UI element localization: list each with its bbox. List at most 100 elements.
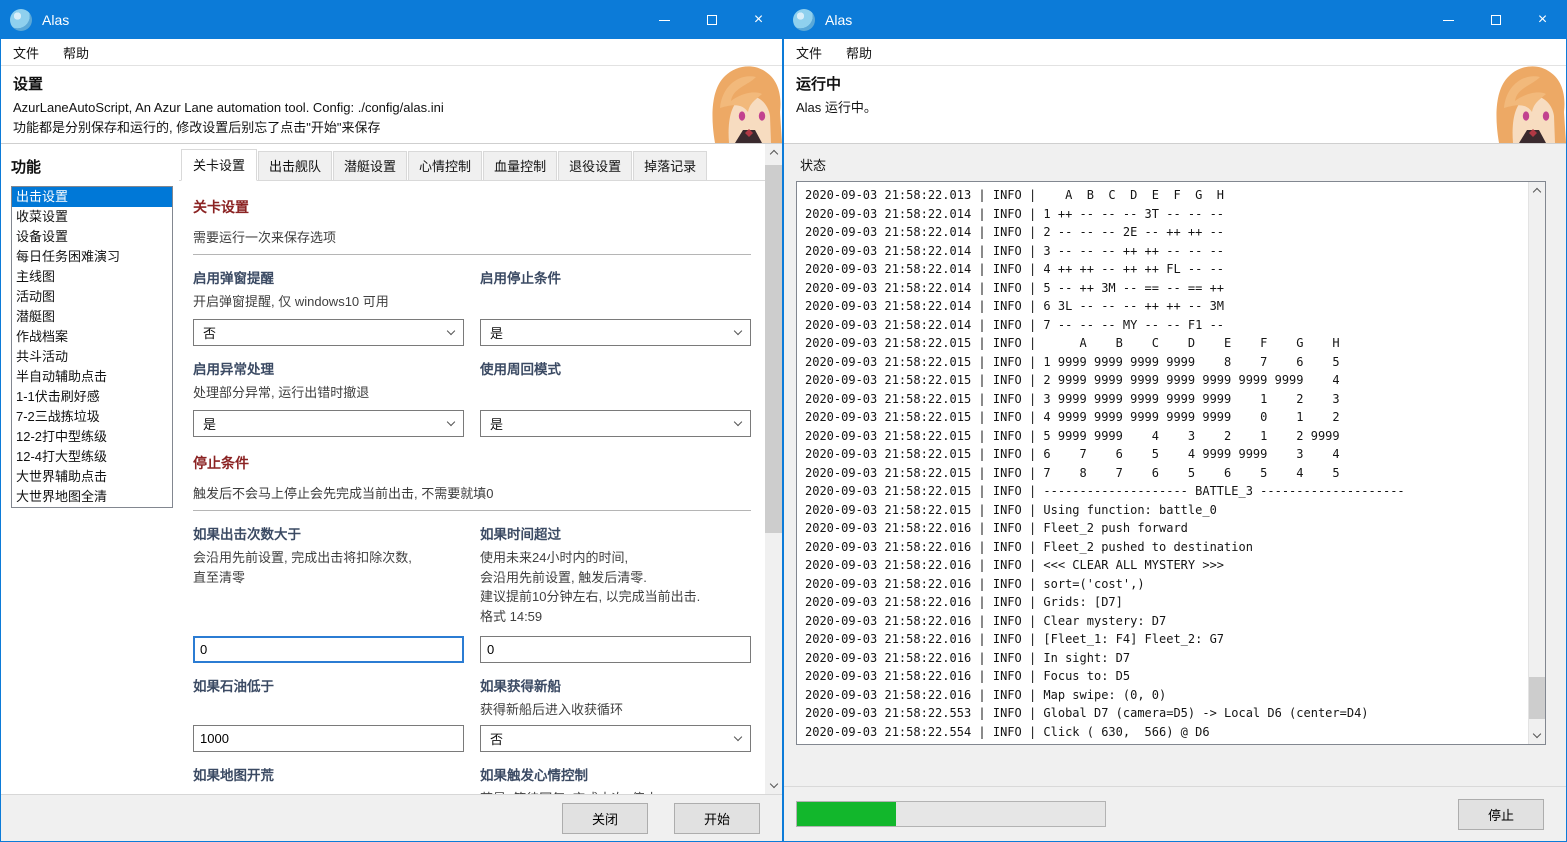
chevron-down-icon [734, 418, 742, 426]
tab[interactable]: 血量控制 [483, 151, 557, 180]
list-item[interactable]: 出击设置 [12, 187, 172, 207]
tab[interactable]: 潜艇设置 [333, 151, 407, 180]
page-title: 设置 [13, 73, 709, 94]
section-desc-stage: 需要运行一次来保存选项 [193, 227, 751, 246]
list-item[interactable]: 大世界辅助点击 [12, 467, 172, 487]
progress-bar [796, 801, 1106, 827]
settings-tabbar: 关卡设置出击舰队潜艇设置心情控制血量控制退役设置掉落记录 [179, 149, 765, 181]
menu-help[interactable]: 帮助 [846, 43, 872, 62]
list-item[interactable]: 潜艇图 [12, 307, 172, 327]
field-if-time: 如果时间超过 使用未来24小时内的时间, 会沿用先前设置, 触发后清零. 建议提… [480, 523, 751, 663]
if-time-input[interactable] [480, 636, 751, 663]
list-item[interactable]: 12-2打中型练级 [12, 427, 172, 447]
log-line: 2020-09-03 21:58:22.014 | INFO | 6 3L --… [805, 297, 1528, 316]
list-item[interactable]: 1-1伏击刷好感 [12, 387, 172, 407]
if-new-ship-select[interactable]: 否 [480, 725, 751, 752]
log-line: 2020-09-03 21:58:22.016 | INFO | Focus t… [805, 667, 1528, 686]
field-exception: 启用异常处理 处理部分异常, 运行出错时撤退 是 [193, 358, 464, 437]
scroll-up-icon[interactable] [765, 144, 782, 161]
loop-mode-select[interactable]: 是 [480, 410, 751, 437]
log-line: 2020-09-03 21:58:22.015 | INFO | 6 7 6 5… [805, 445, 1528, 464]
start-button[interactable]: 开始 [674, 803, 760, 834]
chevron-down-icon [734, 733, 742, 741]
list-item[interactable]: 主线图 [12, 267, 172, 287]
avatar-image [1493, 66, 1566, 143]
log-line: 2020-09-03 21:58:22.016 | INFO | sort=('… [805, 575, 1528, 594]
list-item[interactable]: 半自动辅助点击 [12, 367, 172, 387]
log-output[interactable]: 2020-09-03 21:58:22.013 | INFO | A B C D… [796, 181, 1546, 745]
minimize-icon [1443, 20, 1454, 21]
if-count-input[interactable] [193, 636, 464, 663]
scroll-down-icon[interactable] [1529, 727, 1545, 744]
stop-enable-select[interactable]: 是 [480, 319, 751, 346]
tab[interactable]: 心情控制 [408, 151, 482, 180]
section-heading-stop: 停止条件 [193, 453, 751, 473]
field-popup-alert: 启用弹窗提醒 开启弹窗提醒, 仅 windows10 可用 否 [193, 267, 464, 346]
list-item[interactable]: 12-4打大型练级 [12, 447, 172, 467]
log-line: 2020-09-03 21:58:22.015 | INFO | Using f… [805, 501, 1528, 520]
field-loop-mode: 使用周回模式 是 [480, 358, 751, 437]
if-oil-input[interactable] [193, 725, 464, 752]
log-line: 2020-09-03 21:58:22.014 | INFO | 4 ++ ++… [805, 260, 1528, 279]
scrollbar-track[interactable] [1529, 199, 1545, 727]
section-heading-stage: 关卡设置 [193, 197, 751, 217]
close-button[interactable]: × [1519, 1, 1566, 39]
log-line: 2020-09-03 21:58:22.014 | INFO | 2 -- --… [805, 223, 1528, 242]
log-line: 2020-09-03 21:58:22.015 | INFO | A B C D… [805, 334, 1528, 353]
window-controls: × [1425, 1, 1566, 39]
close-icon: × [754, 12, 763, 28]
list-item[interactable]: 大世界地图全清 [12, 487, 172, 507]
maximize-icon [1491, 15, 1501, 25]
list-item[interactable]: 7-2三战拣垃圾 [12, 407, 172, 427]
settings-scrollbar[interactable] [765, 144, 782, 794]
runner-titlebar[interactable]: Alas × [784, 1, 1566, 39]
avatar-image [709, 66, 782, 143]
app-logo-icon [10, 9, 32, 31]
tab[interactable]: 关卡设置 [181, 149, 257, 181]
exception-select[interactable]: 是 [193, 410, 464, 437]
menu-help[interactable]: 帮助 [63, 43, 89, 62]
list-item[interactable]: 每日任务困难演习 [12, 247, 172, 267]
scroll-down-icon[interactable] [765, 777, 782, 794]
log-scrollbar[interactable] [1528, 182, 1545, 744]
tab[interactable]: 出击舰队 [258, 151, 332, 180]
stop-button[interactable]: 停止 [1458, 799, 1544, 830]
tab[interactable]: 退役设置 [558, 151, 632, 180]
popup-alert-select[interactable]: 否 [193, 319, 464, 346]
menu-file[interactable]: 文件 [796, 43, 822, 62]
log-line: 2020-09-03 21:58:22.016 | INFO | Fleet_2… [805, 538, 1528, 557]
close-app-button[interactable]: 关闭 [562, 803, 648, 834]
log-line: 2020-09-03 21:58:22.016 | INFO | <<< CLE… [805, 556, 1528, 575]
menu-file[interactable]: 文件 [13, 43, 39, 62]
log-line: 2020-09-03 21:58:22.014 | INFO | 3 -- --… [805, 242, 1528, 261]
log-line: 2020-09-03 21:58:22.015 | INFO | 3 9999 … [805, 390, 1528, 409]
log-line: 2020-09-03 21:58:22.015 | INFO | 1 9999 … [805, 353, 1528, 372]
maximize-button[interactable] [1472, 1, 1519, 39]
settings-titlebar[interactable]: Alas × [1, 1, 782, 39]
list-item[interactable]: 共斗活动 [12, 347, 172, 367]
section-desc-stop: 触发后不会马上停止会先完成当前出击, 不需要就填0 [193, 483, 751, 502]
chevron-down-icon [447, 418, 455, 426]
tab[interactable]: 掉落记录 [633, 151, 707, 180]
window-controls: × [641, 1, 782, 39]
list-item[interactable]: 设备设置 [12, 227, 172, 247]
minimize-button[interactable] [1425, 1, 1472, 39]
scrollbar-track[interactable] [765, 161, 782, 777]
status-label: 状态 [784, 144, 1566, 181]
settings-content: 关卡设置 需要运行一次来保存选项 启用弹窗提醒 开启弹窗提醒, 仅 window… [179, 181, 765, 794]
log-line: 2020-09-03 21:58:22.015 | INFO | 5 9999 … [805, 427, 1528, 446]
list-item[interactable]: 作战档案 [12, 327, 172, 347]
page-subtitle-2: 功能都是分别保存和运行的, 修改设置后别忘了点击"开始"来保存 [13, 118, 709, 138]
scroll-up-icon[interactable] [1529, 182, 1545, 199]
maximize-button[interactable] [688, 1, 735, 39]
list-item[interactable]: 活动图 [12, 287, 172, 307]
runner-header: 运行中 Alas 运行中。 [784, 66, 1566, 144]
scrollbar-thumb[interactable] [1529, 677, 1545, 719]
field-if-oil: 如果石油低于 [193, 675, 464, 752]
scrollbar-thumb[interactable] [765, 165, 782, 533]
list-item[interactable]: 收菜设置 [12, 207, 172, 227]
run-status-title: 运行中 [796, 73, 1493, 94]
chevron-down-icon [447, 327, 455, 335]
minimize-button[interactable] [641, 1, 688, 39]
close-button[interactable]: × [735, 1, 782, 39]
